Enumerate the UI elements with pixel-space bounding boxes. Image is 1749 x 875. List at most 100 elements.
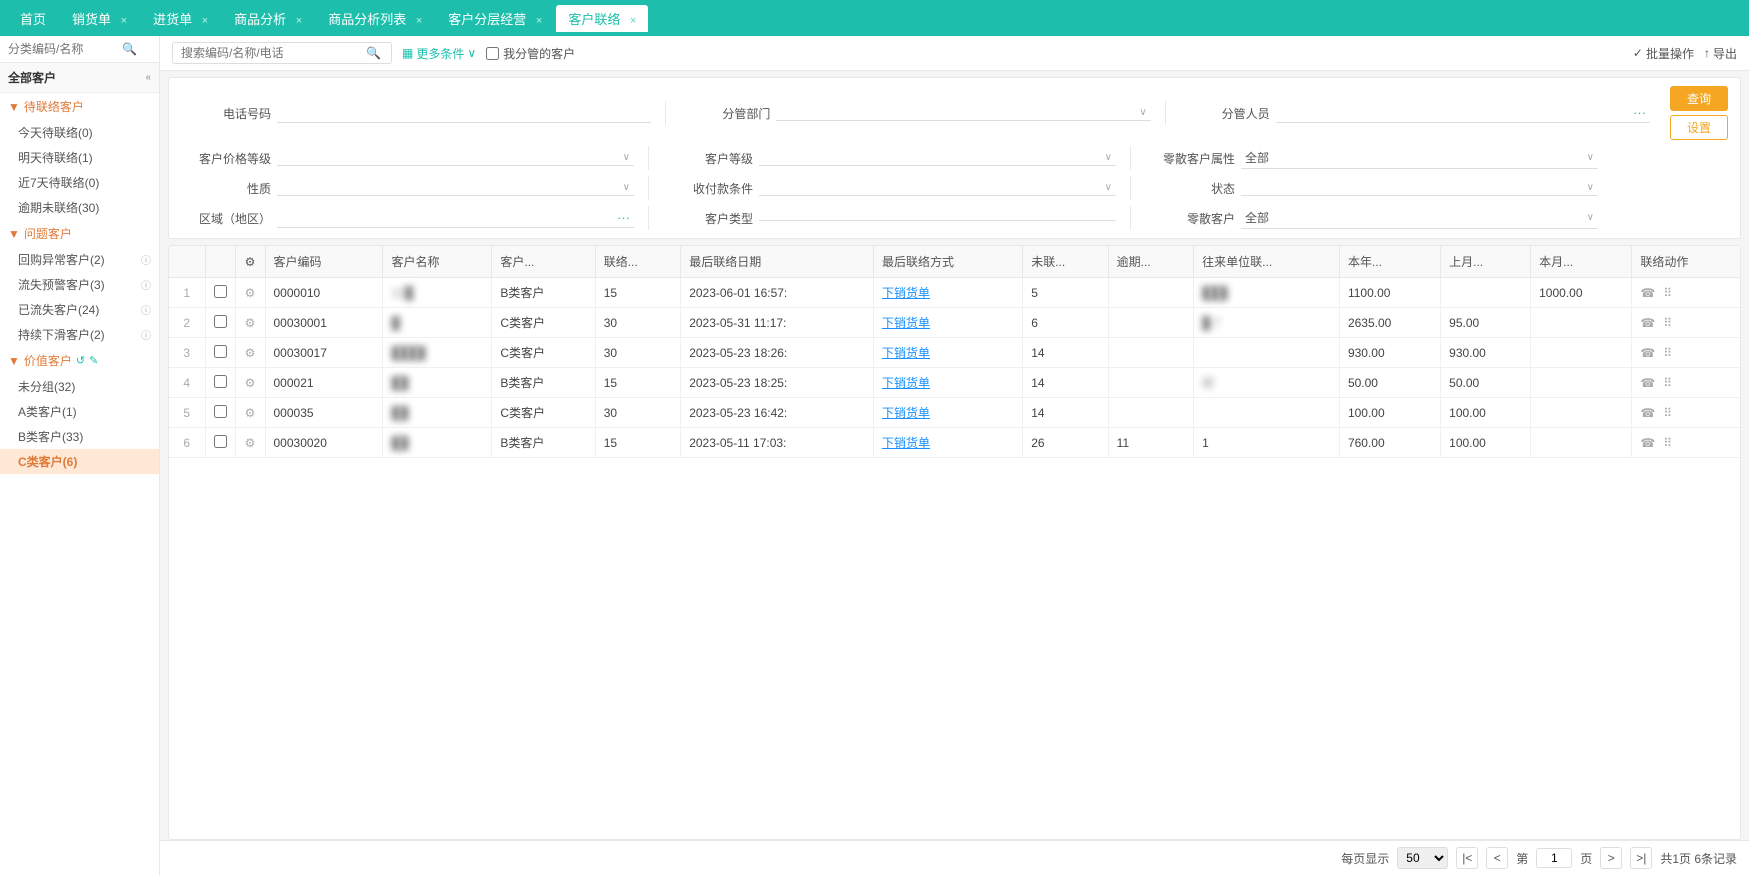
last-contact-method[interactable]: 下销货单 <box>874 338 1023 368</box>
row-checkbox[interactable] <box>214 375 227 388</box>
more-action-icon[interactable]: ⠿ <box>1663 286 1672 300</box>
row-gear-cell[interactable]: ⚙ <box>235 308 265 338</box>
contact-method-link[interactable]: 下销货单 <box>882 286 930 300</box>
query-button[interactable]: 查询 <box>1670 86 1728 111</box>
nav-customer-segment[interactable]: 客户分层经营 × <box>436 5 554 32</box>
search-input[interactable] <box>181 46 366 60</box>
nav-home[interactable]: 首页 <box>8 5 58 32</box>
refresh-icon[interactable]: ↺ <box>76 354 85 367</box>
ellipsis-icon[interactable]: ··· <box>617 210 630 225</box>
phone-action-icon[interactable]: ☎ <box>1640 316 1655 330</box>
sidebar-all-customers[interactable]: 全部客户 « <box>0 63 159 93</box>
manager-select[interactable]: ··· <box>1276 103 1650 123</box>
sidebar-item-today[interactable]: 今天待联络(0) <box>0 120 159 145</box>
close-icon[interactable]: × <box>296 15 302 27</box>
contact-method-link[interactable]: 下销货单 <box>882 376 930 390</box>
more-action-icon[interactable]: ⠿ <box>1663 376 1672 390</box>
contact-method-link[interactable]: 下销货单 <box>882 316 930 330</box>
gender-select[interactable]: ∨ <box>277 180 634 196</box>
row-checkbox[interactable] <box>214 315 227 328</box>
close-icon[interactable]: × <box>202 15 208 27</box>
payment-select[interactable]: ∨ <box>759 180 1116 196</box>
sidebar-group-pending[interactable]: ▼ 待联络客户 <box>0 93 159 120</box>
contact-method-link[interactable]: 下销货单 <box>882 436 930 450</box>
sidebar-item-a-class[interactable]: A类客户(1) <box>0 399 159 424</box>
first-page-btn[interactable]: |< <box>1456 847 1478 869</box>
close-icon[interactable]: × <box>121 15 127 27</box>
sidebar-item-overdue[interactable]: 逾期未联络(30) <box>0 195 159 220</box>
retail-attr-select[interactable]: 全部 ∨ <box>1241 147 1598 169</box>
phone-action-icon[interactable]: ☎ <box>1640 376 1655 390</box>
ellipsis-icon[interactable]: ··· <box>1633 105 1646 120</box>
last-contact-method[interactable]: 下销货单 <box>874 278 1023 308</box>
sidebar-search-input[interactable] <box>8 42 118 56</box>
sidebar-item-churn-warning[interactable]: 流失预警客户(3) ⓘ <box>0 272 159 297</box>
last-contact-method[interactable]: 下销货单 <box>874 398 1023 428</box>
row-gear-cell[interactable]: ⚙ <box>235 398 265 428</box>
row-checkbox[interactable] <box>214 285 227 298</box>
value-grade-select[interactable]: ∨ <box>277 150 634 166</box>
row-checkbox[interactable] <box>214 435 227 448</box>
more-action-icon[interactable]: ⠿ <box>1663 436 1672 450</box>
last-contact-method[interactable]: 下销货单 <box>874 308 1023 338</box>
contact-method-link[interactable]: 下销货单 <box>882 346 930 360</box>
action-icons-cell: ☎ ⠿ <box>1632 338 1740 368</box>
col-gear[interactable]: ⚙ <box>235 246 265 278</box>
area-select[interactable]: ··· <box>277 208 634 228</box>
phone-action-icon[interactable]: ☎ <box>1640 346 1655 360</box>
setting-button[interactable]: 设置 <box>1670 115 1728 140</box>
phone-action-icon[interactable]: ☎ <box>1640 436 1655 450</box>
sidebar-item-c-class[interactable]: C类客户(6) <box>0 449 159 474</box>
prev-page-btn[interactable]: < <box>1486 847 1508 869</box>
nav-sales[interactable]: 销货单 × <box>60 5 139 32</box>
retail-select[interactable]: 全部 ∨ <box>1241 207 1598 229</box>
sidebar-item-repurchase-anomaly[interactable]: 回购异常客户(2) ⓘ <box>0 247 159 272</box>
row-gear-cell[interactable]: ⚙ <box>235 428 265 458</box>
more-action-icon[interactable]: ⠿ <box>1663 406 1672 420</box>
nav-customer-contact[interactable]: 客户联络 × <box>556 5 648 32</box>
nav-product-analysis-list[interactable]: 商品分析列表 × <box>316 5 434 32</box>
sidebar-item-tomorrow[interactable]: 明天待联络(1) <box>0 145 159 170</box>
row-gear-cell[interactable]: ⚙ <box>235 278 265 308</box>
sidebar-item-7days[interactable]: 近7天待联络(0) <box>0 170 159 195</box>
sidebar-search-icon[interactable]: 🔍 <box>122 42 137 56</box>
my-customers-checkbox[interactable] <box>486 47 499 60</box>
customer-grade-select[interactable]: ∨ <box>759 150 1116 166</box>
per-page-select[interactable]: 50 100 200 <box>1397 847 1448 869</box>
last-contact-method[interactable]: 下销货单 <box>874 428 1023 458</box>
phone-action-icon[interactable]: ☎ <box>1640 286 1655 300</box>
page-input[interactable] <box>1536 848 1572 868</box>
sidebar-item-ungrouped[interactable]: 未分组(32) <box>0 374 159 399</box>
sidebar-item-churned[interactable]: 已流失客户(24) ⓘ <box>0 297 159 322</box>
close-icon[interactable]: × <box>536 15 542 27</box>
row-gear-cell[interactable]: ⚙ <box>235 368 265 398</box>
export-btn[interactable]: ↑ 导出 <box>1704 45 1737 62</box>
row-checkbox[interactable] <box>214 405 227 418</box>
sidebar-group-problem[interactable]: ▼ 问题客户 <box>0 220 159 247</box>
my-customers-check[interactable]: 我分管的客户 <box>486 45 575 62</box>
nav-purchase[interactable]: 进货单 × <box>141 5 220 32</box>
edit-icon[interactable]: ✎ <box>89 354 98 367</box>
status-select[interactable]: ∨ <box>1241 180 1598 196</box>
phone-action-icon[interactable]: ☎ <box>1640 406 1655 420</box>
row-gear-cell[interactable]: ⚙ <box>235 338 265 368</box>
contact-method-link[interactable]: 下销货单 <box>882 406 930 420</box>
next-page-btn[interactable]: > <box>1600 847 1622 869</box>
last-page-btn[interactable]: >| <box>1630 847 1652 869</box>
nav-product-analysis[interactable]: 商品分析 × <box>222 5 314 32</box>
batch-op-btn[interactable]: ✓ 批量操作 <box>1633 45 1694 62</box>
sidebar-group-value[interactable]: ▼ 价值客户 ↺ ✎ <box>0 347 159 374</box>
dept-select[interactable]: ∨ <box>776 105 1150 121</box>
more-action-icon[interactable]: ⠿ <box>1663 346 1672 360</box>
sidebar-item-declining[interactable]: 持续下滑客户(2) ⓘ <box>0 322 159 347</box>
more-action-icon[interactable]: ⠿ <box>1663 316 1672 330</box>
customer-type-select[interactable] <box>759 216 1116 221</box>
sidebar-item-b-class[interactable]: B类客户(33) <box>0 424 159 449</box>
last-contact-method[interactable]: 下销货单 <box>874 368 1023 398</box>
phone-input[interactable] <box>277 104 651 123</box>
close-icon[interactable]: × <box>630 15 636 27</box>
close-icon[interactable]: × <box>416 15 422 27</box>
search-icon[interactable]: 🔍 <box>366 46 381 60</box>
row-checkbox[interactable] <box>214 345 227 358</box>
more-conditions-btn[interactable]: ▦ 更多条件 ∨ <box>402 45 476 62</box>
